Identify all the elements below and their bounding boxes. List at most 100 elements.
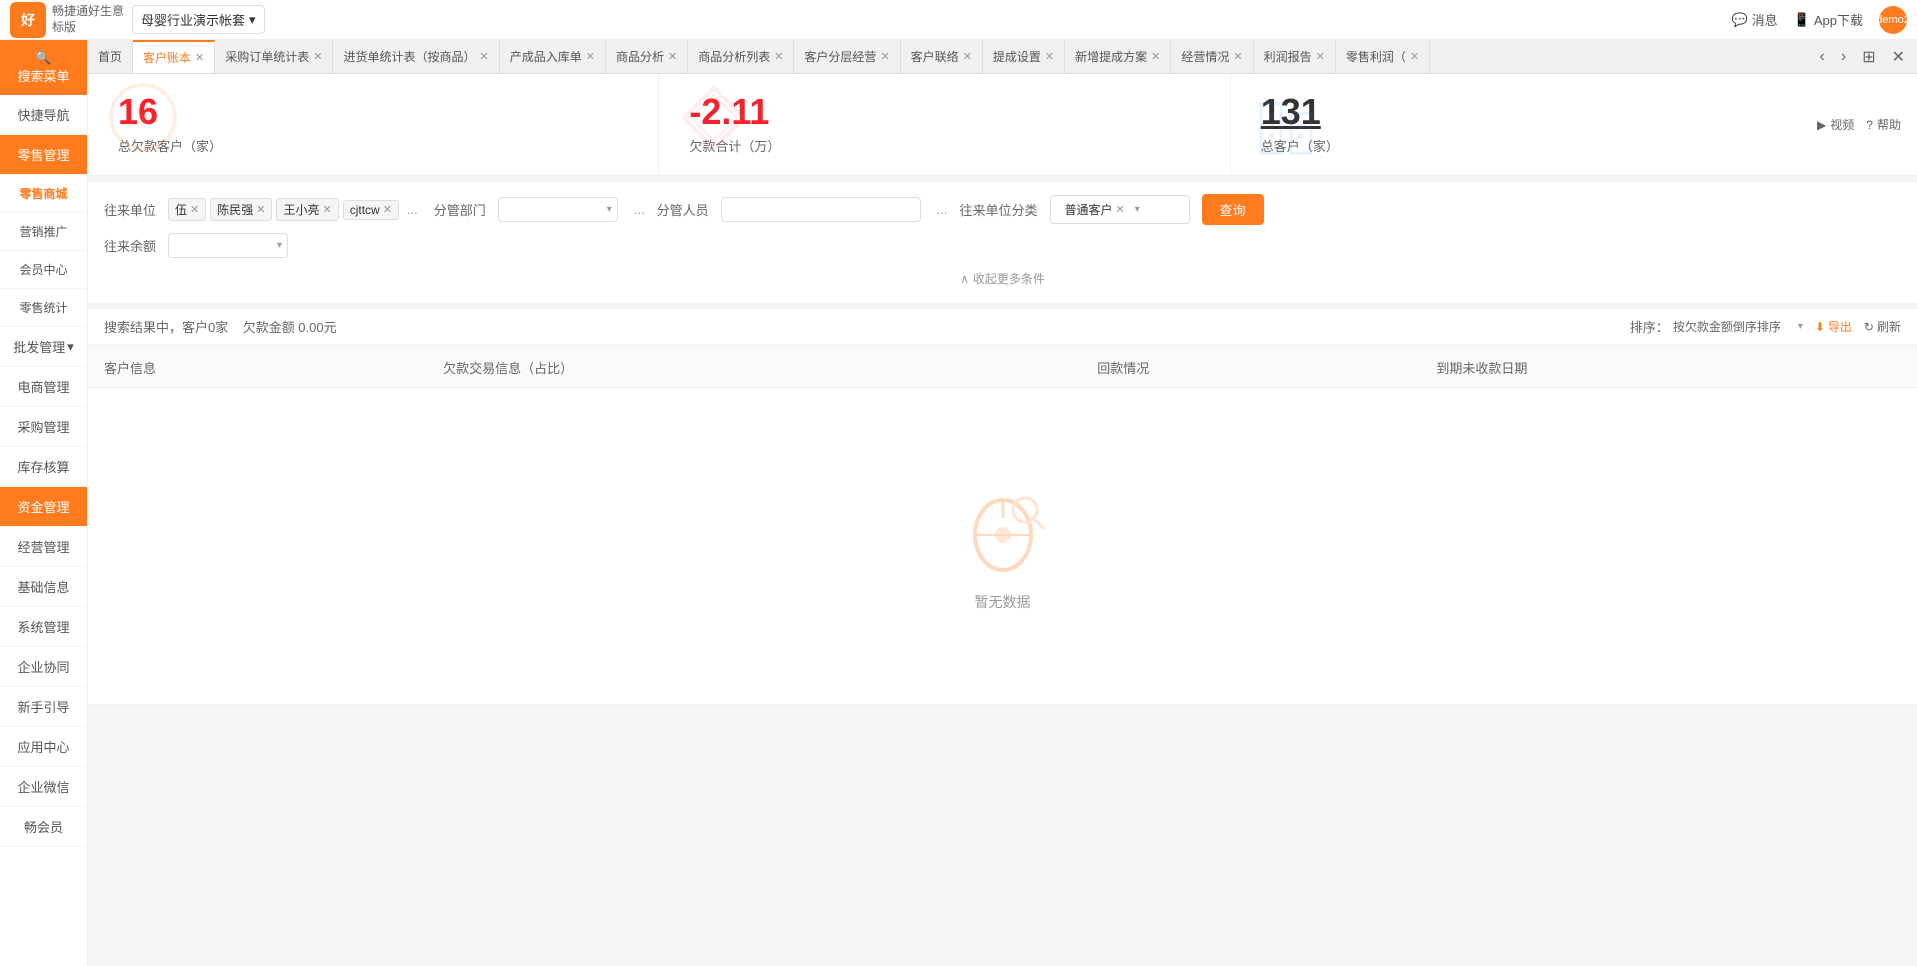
stat-block-amount: -2.11 欠款合计（万） bbox=[658, 74, 1229, 175]
tab-purchase-orders[interactable]: 采购订单统计表 ✕ bbox=[215, 40, 333, 74]
tab-expand-btn[interactable]: ⊞ bbox=[1856, 45, 1881, 69]
download-icon: 📱 bbox=[1794, 12, 1810, 28]
sidebar-item-enterprise-collab[interactable]: 企业协同 bbox=[0, 647, 87, 687]
sort-dropdown[interactable]: 按欠款金额倒序排序 bbox=[1673, 320, 1794, 334]
tab-production-instock[interactable]: 产成品入库单 ✕ bbox=[500, 40, 606, 74]
tab-close-reminder-settings[interactable]: ✕ bbox=[1045, 50, 1054, 63]
sidebar-item-quick-nav[interactable]: 快捷导航 bbox=[0, 95, 87, 135]
tab-close-purchase-stats[interactable]: ✕ bbox=[480, 50, 489, 63]
tab-close-customer-segment[interactable]: ✕ bbox=[880, 50, 889, 63]
filter-person-more[interactable]: ... bbox=[937, 202, 948, 217]
filter-person-input[interactable] bbox=[721, 197, 921, 222]
tab-accounts[interactable]: 客户账本 ✕ bbox=[133, 40, 215, 74]
sidebar: 🔍 搜索菜单 快捷导航 零售管理 零售商城 营销推广 会员中心 零售统计 批发管… bbox=[0, 40, 88, 966]
tab-next-btn[interactable]: › bbox=[1835, 46, 1852, 68]
data-table: 客户信息 欠款交易信息（占比） 回款情况 到期未收款日期 bbox=[88, 348, 1917, 705]
col-repayment: 回款情况 bbox=[1081, 348, 1420, 388]
sidebar-item-finance-mgmt[interactable]: 资金管理 bbox=[0, 487, 87, 527]
content-area: 首页 客户账本 ✕ 采购订单统计表 ✕ 进货单统计表（按商品） ✕ 产成品入库单… bbox=[88, 40, 1917, 966]
tab-product-analysis-list[interactable]: 商品分析列表 ✕ bbox=[688, 40, 794, 74]
sidebar-item-search[interactable]: 🔍 搜索菜单 bbox=[0, 40, 87, 95]
filter-unit-tags: 伍 ✕ 陈民强 ✕ 王小亮 ✕ cjttcw ✕ bbox=[168, 198, 422, 221]
tab-close-accounts[interactable]: ✕ bbox=[195, 51, 204, 64]
table-container: 客户信息 欠款交易信息（占比） 回款情况 到期未收款日期 bbox=[88, 348, 1917, 705]
app-download-btn[interactable]: 📱 App下载 bbox=[1794, 10, 1863, 29]
remove-tag-normal-customer[interactable]: ✕ bbox=[1116, 203, 1125, 216]
sidebar-item-member[interactable]: 畅会员 bbox=[0, 807, 87, 847]
sidebar-item-wholesale-mgmt[interactable]: 批发管理 ▾ bbox=[0, 327, 87, 367]
refresh-btn[interactable]: ↻ 刷新 bbox=[1864, 318, 1901, 335]
remove-tag-cjttcw[interactable]: ✕ bbox=[383, 203, 392, 216]
tab-close-customer-contact[interactable]: ✕ bbox=[963, 50, 972, 63]
sidebar-item-retail-mall[interactable]: 零售商城 bbox=[0, 175, 87, 213]
avatar[interactable]: demo2 bbox=[1879, 6, 1907, 34]
filter-unit-more[interactable]: ... bbox=[403, 200, 422, 219]
stat-block-total: 131 总客户（家） bbox=[1230, 74, 1801, 175]
tab-customer-segment[interactable]: 客户分层经营 ✕ bbox=[794, 40, 900, 74]
remove-tag-wang[interactable]: ✕ bbox=[323, 203, 332, 216]
svg-text:¥: ¥ bbox=[133, 99, 152, 135]
stat-bg-diamond-icon bbox=[679, 83, 749, 153]
video-link[interactable]: ▶ 视频 bbox=[1817, 116, 1854, 133]
sidebar-item-app-center[interactable]: 应用中心 bbox=[0, 727, 87, 767]
category-arrow-icon: ▾ bbox=[1135, 204, 1140, 215]
tab-close-all-btn[interactable]: ✕ bbox=[1886, 45, 1911, 69]
filter-dept-label: 分管部门 bbox=[434, 200, 486, 219]
sidebar-item-purchase-mgmt[interactable]: 采购管理 bbox=[0, 407, 87, 447]
chevron-up-icon: ∧ bbox=[960, 272, 969, 286]
remove-tag-wu[interactable]: ✕ bbox=[190, 203, 199, 216]
filter-dept-more[interactable]: ... bbox=[634, 202, 645, 217]
sidebar-item-enterprise-wechat[interactable]: 企业微信 bbox=[0, 767, 87, 807]
help-icon: ? bbox=[1866, 118, 1873, 132]
filter-category-wrap: 普通客户 ✕ ▾ bbox=[1050, 195, 1190, 224]
message-icon: 💬 bbox=[1731, 12, 1747, 28]
tab-purchase-stats[interactable]: 进货单统计表（按商品） ✕ bbox=[333, 40, 499, 74]
tab-close-production-instock[interactable]: ✕ bbox=[586, 50, 595, 63]
tab-profit-report[interactable]: 利润报告 ✕ bbox=[1254, 40, 1336, 74]
remove-tag-chen[interactable]: ✕ bbox=[256, 203, 265, 216]
filter-dept-select[interactable] bbox=[498, 197, 618, 222]
sidebar-item-inventory[interactable]: 库存核算 bbox=[0, 447, 87, 487]
tab-close-product-analysis-list[interactable]: ✕ bbox=[774, 50, 783, 63]
workspace-selector[interactable]: 母婴行业演示帐套 ▾ bbox=[132, 5, 265, 34]
tab-close-product-analysis[interactable]: ✕ bbox=[668, 50, 677, 63]
filter-tag-cjttcw: cjttcw ✕ bbox=[343, 200, 399, 220]
collapse-filters-btn[interactable]: ∧ 收起更多条件 bbox=[104, 266, 1901, 291]
help-link[interactable]: ? 帮助 bbox=[1866, 116, 1901, 133]
sidebar-item-ecommerce-mgmt[interactable]: 电商管理 bbox=[0, 367, 87, 407]
sidebar-item-marketing[interactable]: 营销推广 bbox=[0, 213, 87, 251]
top-bar-right: 💬 消息 📱 App下载 demo2 bbox=[1731, 6, 1907, 34]
tab-close-purchase-orders[interactable]: ✕ bbox=[313, 50, 322, 63]
tab-close-profit-report[interactable]: ✕ bbox=[1316, 50, 1325, 63]
tab-customer-contact[interactable]: 客户联络 ✕ bbox=[901, 40, 983, 74]
filter-person-wrap bbox=[721, 197, 921, 222]
chevron-down-icon: ▾ bbox=[249, 12, 256, 28]
tab-home[interactable]: 首页 bbox=[88, 40, 133, 74]
sidebar-item-basic-info[interactable]: 基础信息 bbox=[0, 567, 87, 607]
tab-close-new-success-plan[interactable]: ✕ bbox=[1151, 50, 1160, 63]
tab-business-status[interactable]: 经营情况 ✕ bbox=[1171, 40, 1253, 74]
sidebar-item-operations-mgmt[interactable]: 经营管理 bbox=[0, 527, 87, 567]
sidebar-item-retail-stats[interactable]: 零售统计 bbox=[0, 289, 87, 327]
tab-reminder-settings[interactable]: 提成设置 ✕ bbox=[983, 40, 1065, 74]
chevron-down-icon: ▾ bbox=[67, 339, 74, 355]
export-btn[interactable]: ⬇ 导出 bbox=[1815, 318, 1852, 335]
refresh-icon: ↻ bbox=[1864, 320, 1874, 334]
video-icon: ▶ bbox=[1817, 118, 1826, 132]
tab-prev-btn[interactable]: ‹ bbox=[1814, 46, 1831, 68]
sidebar-item-system-mgmt[interactable]: 系统管理 bbox=[0, 607, 87, 647]
query-button[interactable]: 查询 bbox=[1202, 194, 1264, 225]
sidebar-item-retail-mgmt[interactable]: 零售管理 bbox=[0, 135, 87, 175]
tab-product-analysis[interactable]: 商品分析 ✕ bbox=[606, 40, 688, 74]
sidebar-item-member-center[interactable]: 会员中心 bbox=[0, 251, 87, 289]
filter-balance-select[interactable] bbox=[168, 233, 288, 258]
tab-close-business-status[interactable]: ✕ bbox=[1233, 50, 1242, 63]
tab-new-success-plan[interactable]: 新增提成方案 ✕ bbox=[1065, 40, 1171, 74]
results-bar: 搜索结果中，客户0家 欠款金额 0.00元 排序： 按欠款金额倒序排序 ▾ ⬇ bbox=[88, 309, 1917, 344]
tab-close-retail-profit[interactable]: ✕ bbox=[1410, 50, 1419, 63]
empty-state-text: 暂无数据 bbox=[975, 592, 1031, 612]
tab-retail-profit[interactable]: 零售利润（ ✕ bbox=[1336, 40, 1430, 74]
sidebar-item-new-guide[interactable]: 新手引导 bbox=[0, 687, 87, 727]
logo-text: 畅捷通好生意 标版 bbox=[52, 4, 124, 35]
messages-btn[interactable]: 💬 消息 bbox=[1731, 10, 1777, 29]
